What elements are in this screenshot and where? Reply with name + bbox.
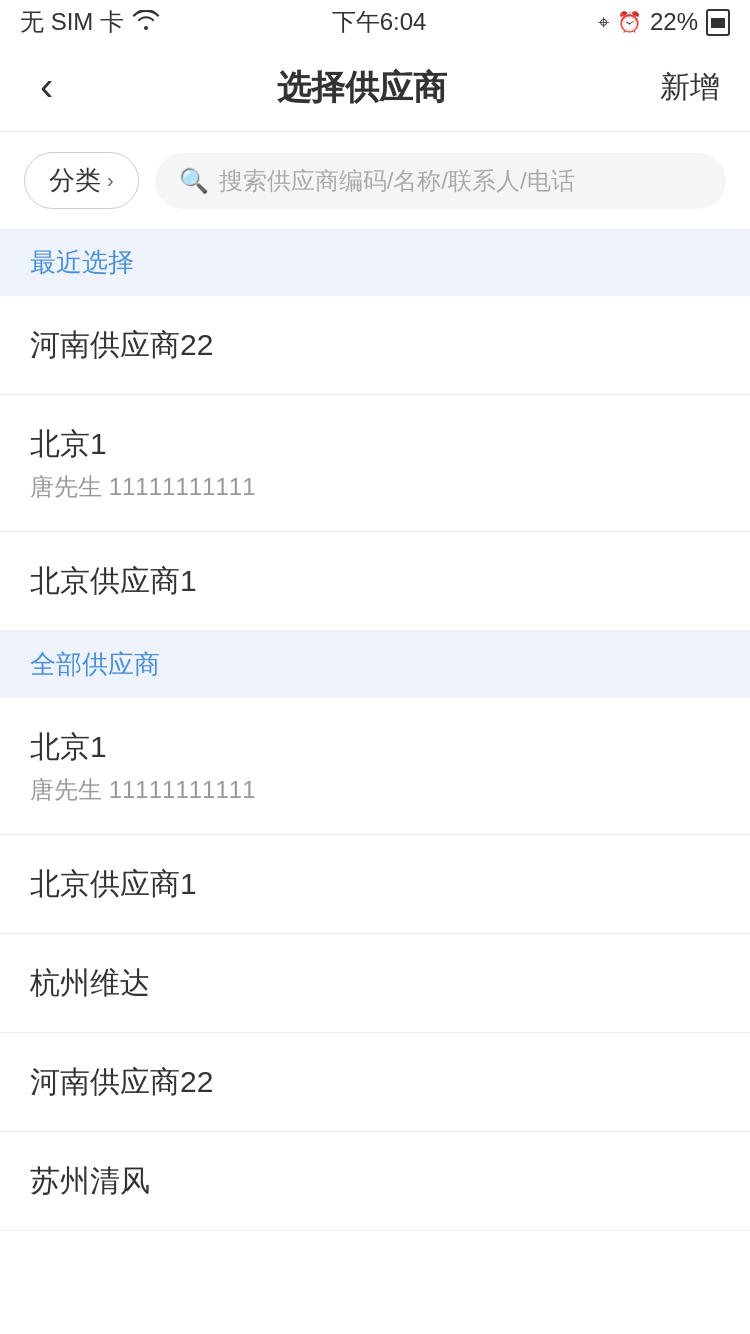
nav-bar: ‹ 选择供应商 新增 <box>0 44 750 132</box>
list-item[interactable]: 杭州维达 <box>0 934 750 1033</box>
list-item[interactable]: 河南供应商22 <box>0 1033 750 1132</box>
filter-row: 分类 › 🔍 搜索供应商编码/名称/联系人/电话 <box>0 132 750 229</box>
item-name: 北京供应商1 <box>30 560 720 602</box>
section-header-1: 全部供应商 <box>0 631 750 698</box>
back-button[interactable]: ‹ <box>30 56 63 119</box>
list-item[interactable]: 苏州清风 <box>0 1132 750 1231</box>
item-sub: 唐先生 11111111111 <box>30 471 720 503</box>
list-item[interactable]: 北京1 唐先生 11111111111 <box>0 395 750 532</box>
wifi-icon <box>132 8 160 36</box>
add-button[interactable]: 新增 <box>660 67 720 108</box>
status-left: 无 SIM 卡 <box>20 6 160 38</box>
category-label: 分类 <box>49 163 101 198</box>
battery-label: 22% <box>650 8 698 36</box>
item-name: 河南供应商22 <box>30 324 720 366</box>
page-title: 选择供应商 <box>277 65 447 111</box>
location-icon: ⌖ <box>598 11 609 34</box>
list-container: 最近选择河南供应商22 北京1 唐先生 11111111111 北京供应商1 全部供应商… <box>0 229 750 1231</box>
item-name: 北京供应商1 <box>30 863 720 905</box>
section-header-0: 最近选择 <box>0 229 750 296</box>
search-icon: 🔍 <box>179 167 209 195</box>
chevron-right-icon: › <box>107 169 114 192</box>
search-placeholder: 搜索供应商编码/名称/联系人/电话 <box>219 165 575 197</box>
category-button[interactable]: 分类 › <box>24 152 139 209</box>
item-name: 北京1 <box>30 726 720 768</box>
status-time: 下午6:04 <box>332 6 427 38</box>
item-name: 河南供应商22 <box>30 1061 720 1103</box>
status-right: ⌖ ⏰ 22% <box>598 8 730 36</box>
item-name: 苏州清风 <box>30 1160 720 1202</box>
battery-icon <box>706 9 730 36</box>
item-sub: 唐先生 11111111111 <box>30 774 720 806</box>
alarm-icon: ⏰ <box>617 10 642 34</box>
search-box[interactable]: 🔍 搜索供应商编码/名称/联系人/电话 <box>155 153 726 209</box>
status-bar: 无 SIM 卡 下午6:04 ⌖ ⏰ 22% <box>0 0 750 44</box>
list-item[interactable]: 北京供应商1 <box>0 532 750 631</box>
list-item[interactable]: 河南供应商22 <box>0 296 750 395</box>
item-name: 北京1 <box>30 423 720 465</box>
list-item[interactable]: 北京供应商1 <box>0 835 750 934</box>
item-name: 杭州维达 <box>30 962 720 1004</box>
list-item[interactable]: 北京1 唐先生 11111111111 <box>0 698 750 835</box>
carrier-label: 无 SIM 卡 <box>20 6 124 38</box>
